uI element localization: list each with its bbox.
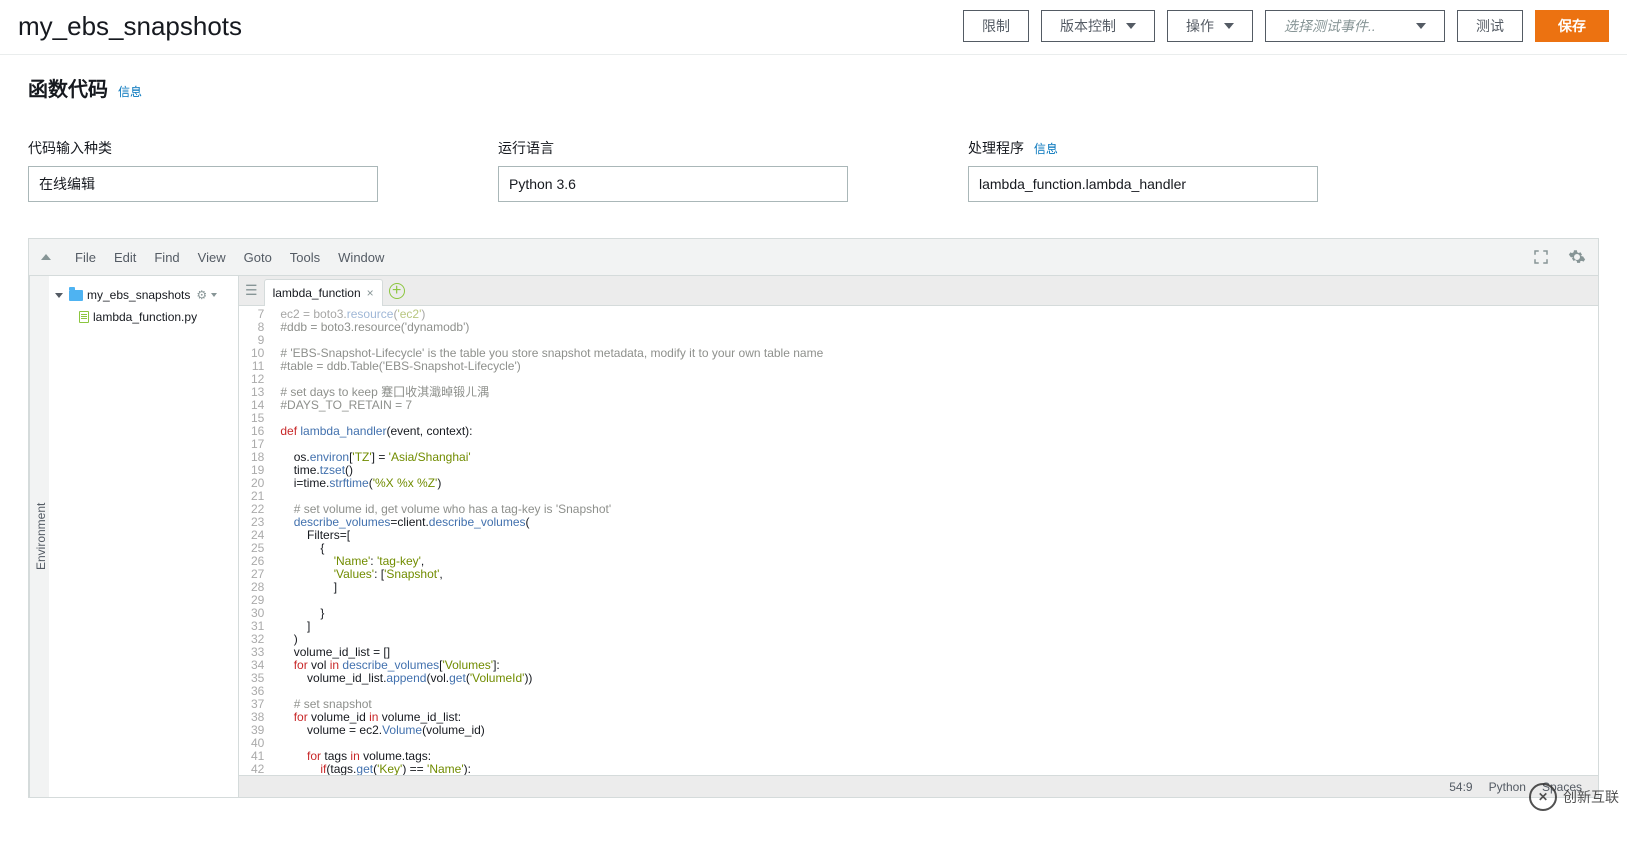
handler-label: 处理程序 信息 <box>968 138 1318 158</box>
test-event-placeholder: 选择测试事件.. <box>1284 16 1376 36</box>
menu-tools[interactable]: Tools <box>290 250 320 265</box>
menu-goto[interactable]: Goto <box>244 250 272 265</box>
test-button[interactable]: 测试 <box>1457 10 1523 42</box>
editor-tab-label: lambda_function <box>273 286 361 300</box>
add-tab-button[interactable]: + <box>389 283 405 299</box>
tree-file[interactable]: lambda_function.py <box>55 306 232 328</box>
menu-view[interactable]: View <box>198 250 226 265</box>
test-event-select[interactable]: 选择测试事件.. <box>1265 10 1445 42</box>
save-button[interactable]: 保存 <box>1535 10 1609 42</box>
runtime-value: Python 3.6 <box>509 176 576 192</box>
line-gutter: 7891011121314151617181920212223242526272… <box>239 306 272 775</box>
code-content[interactable]: ec2 = boto3.resource('ec2')#ddb = boto3.… <box>272 306 831 775</box>
handler-input[interactable]: lambda_function.lambda_handler <box>968 166 1318 202</box>
code-input-type-label: 代码输入种类 <box>28 138 378 158</box>
handler-info-link[interactable]: 信息 <box>1034 142 1058 156</box>
caret-down-icon[interactable] <box>211 293 217 297</box>
runtime-select[interactable]: Python 3.6 <box>498 166 848 202</box>
environment-tab[interactable]: Environment <box>29 276 49 797</box>
menu-window[interactable]: Window <box>338 250 384 265</box>
tree-root[interactable]: my_ebs_snapshots ⚙ <box>55 284 232 306</box>
gear-icon[interactable]: ⚙ <box>196 288 207 302</box>
cursor-position: 54:9 <box>1449 780 1472 794</box>
status-language[interactable]: Python <box>1489 780 1526 794</box>
caret-down-icon <box>1126 23 1136 29</box>
menu-edit[interactable]: Edit <box>114 250 136 265</box>
version-control-button[interactable]: 版本控制 <box>1041 10 1155 42</box>
chevron-down-icon <box>55 293 63 298</box>
section-info-link[interactable]: 信息 <box>118 83 142 100</box>
version-control-label: 版本控制 <box>1060 16 1116 36</box>
editor-tab[interactable]: lambda_function × <box>264 279 383 306</box>
file-icon <box>79 311 89 323</box>
operations-label: 操作 <box>1186 16 1214 36</box>
operations-button[interactable]: 操作 <box>1167 10 1253 42</box>
menu-find[interactable]: Find <box>154 250 179 265</box>
limit-button[interactable]: 限制 <box>963 10 1029 42</box>
folder-icon <box>69 290 83 301</box>
menu-file[interactable]: File <box>75 250 96 265</box>
handler-value: lambda_function.lambda_handler <box>979 176 1186 192</box>
caret-down-icon <box>1224 23 1234 29</box>
section-title: 函数代码 <box>28 73 108 102</box>
code-input-type-select[interactable]: 在线编辑 <box>28 166 378 202</box>
tree-file-label: lambda_function.py <box>93 310 197 324</box>
collapse-icon[interactable] <box>41 254 51 260</box>
status-indent[interactable]: Spaces <box>1542 780 1582 794</box>
fullscreen-icon[interactable] <box>1532 248 1550 266</box>
close-icon[interactable]: × <box>367 286 374 300</box>
page-title: my_ebs_snapshots <box>18 11 242 42</box>
tree-root-label: my_ebs_snapshots <box>87 288 190 302</box>
caret-down-icon <box>1416 23 1426 29</box>
gear-icon[interactable] <box>1568 248 1586 266</box>
tab-menu-icon[interactable]: ☰ <box>245 282 258 299</box>
code-input-type-value: 在线编辑 <box>39 174 95 194</box>
runtime-label: 运行语言 <box>498 138 848 158</box>
